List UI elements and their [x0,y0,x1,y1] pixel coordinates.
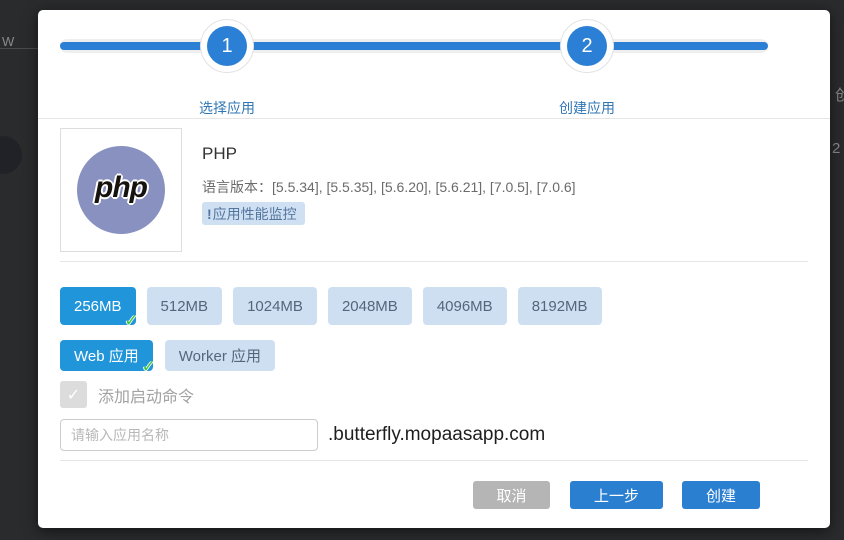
wizard-stepper: 1 2 选择应用 创建应用 [38,10,830,119]
step-2-number: 2 [567,26,607,66]
backdrop-avatar-fragment [0,136,22,174]
check-icon: ✓ [124,311,139,330]
app-logo-box: php [60,128,182,252]
section-divider [60,261,808,262]
step-2-circle[interactable]: 2 [560,19,614,73]
memory-option-4096mb[interactable]: 4096MB [422,287,507,325]
memory-option-256mb[interactable]: 256MB ✓ [60,287,139,330]
step-1-circle[interactable]: 1 [200,19,254,73]
startup-command-label: 添加启动命令 [98,388,195,406]
backdrop-text-fragment: 创 [835,87,844,104]
previous-step-button[interactable]: 上一步 [570,481,663,509]
startup-command-checkbox[interactable]: ✓ [60,381,87,408]
stepper-progress-bar [60,42,768,50]
memory-option-2048mb[interactable]: 2048MB [327,287,412,325]
check-icon: ✓ [141,357,156,376]
memory-option-label: 4096MB [436,297,493,315]
badge-label: 应用性能监控 [212,205,297,222]
check-icon: ✓ [66,386,81,404]
php-logo-text: php [95,171,148,204]
memory-option-512mb[interactable]: 512MB [146,287,223,325]
alert-icon: ! [207,205,212,222]
startup-command-row: ✓ 添加启动命令 [60,381,194,408]
memory-option-label: 512MB [160,297,209,315]
domain-suffix: .butterfly.mopaasapp.com [328,424,546,445]
app-type-option-row: Web 应用 ✓ Worker 应用 [60,340,275,376]
performance-monitor-badge: ! 应用性能监控 [202,202,305,225]
step-1-label: 选择应用 [199,100,255,116]
memory-option-label: 1024MB [247,297,303,315]
step-2-label: 创建应用 [559,100,615,116]
app-title: PHP [202,144,237,163]
footer-divider [60,460,808,461]
create-app-dialog: 1 2 选择应用 创建应用 php PHP 语言版本：[5.5.34], [5.… [38,10,830,528]
memory-option-label: 8192MB [531,297,588,315]
app-type-label: Web 应用 [74,348,139,365]
app-type-option-worker[interactable]: Worker 应用 [164,340,275,371]
app-name-input[interactable] [60,419,318,451]
cancel-button[interactable]: 取消 [473,481,550,509]
memory-option-8192mb[interactable]: 8192MB [517,287,602,325]
memory-option-label: 256MB [74,297,122,315]
app-type-option-web[interactable]: Web 应用 ✓ [60,340,156,376]
app-version-list: 语言版本：[5.5.34], [5.5.35], [5.6.20], [5.6.… [202,179,576,195]
step-1-number: 1 [207,26,247,66]
php-logo-icon: php [77,146,165,234]
backdrop-divider [0,48,38,49]
memory-option-label: 2048MB [341,297,398,315]
backdrop-text-fragment: W [2,34,15,49]
backdrop-text-fragment: 2 [832,140,841,157]
app-type-label: Worker 应用 [178,348,261,365]
memory-option-1024mb[interactable]: 1024MB [233,287,317,325]
create-button[interactable]: 创建 [682,481,760,509]
memory-option-row: 256MB ✓ 512MB 1024MB 2048MB 4096MB 8192M… [60,287,602,330]
app-name-row: .butterfly.mopaasapp.com [60,419,545,451]
